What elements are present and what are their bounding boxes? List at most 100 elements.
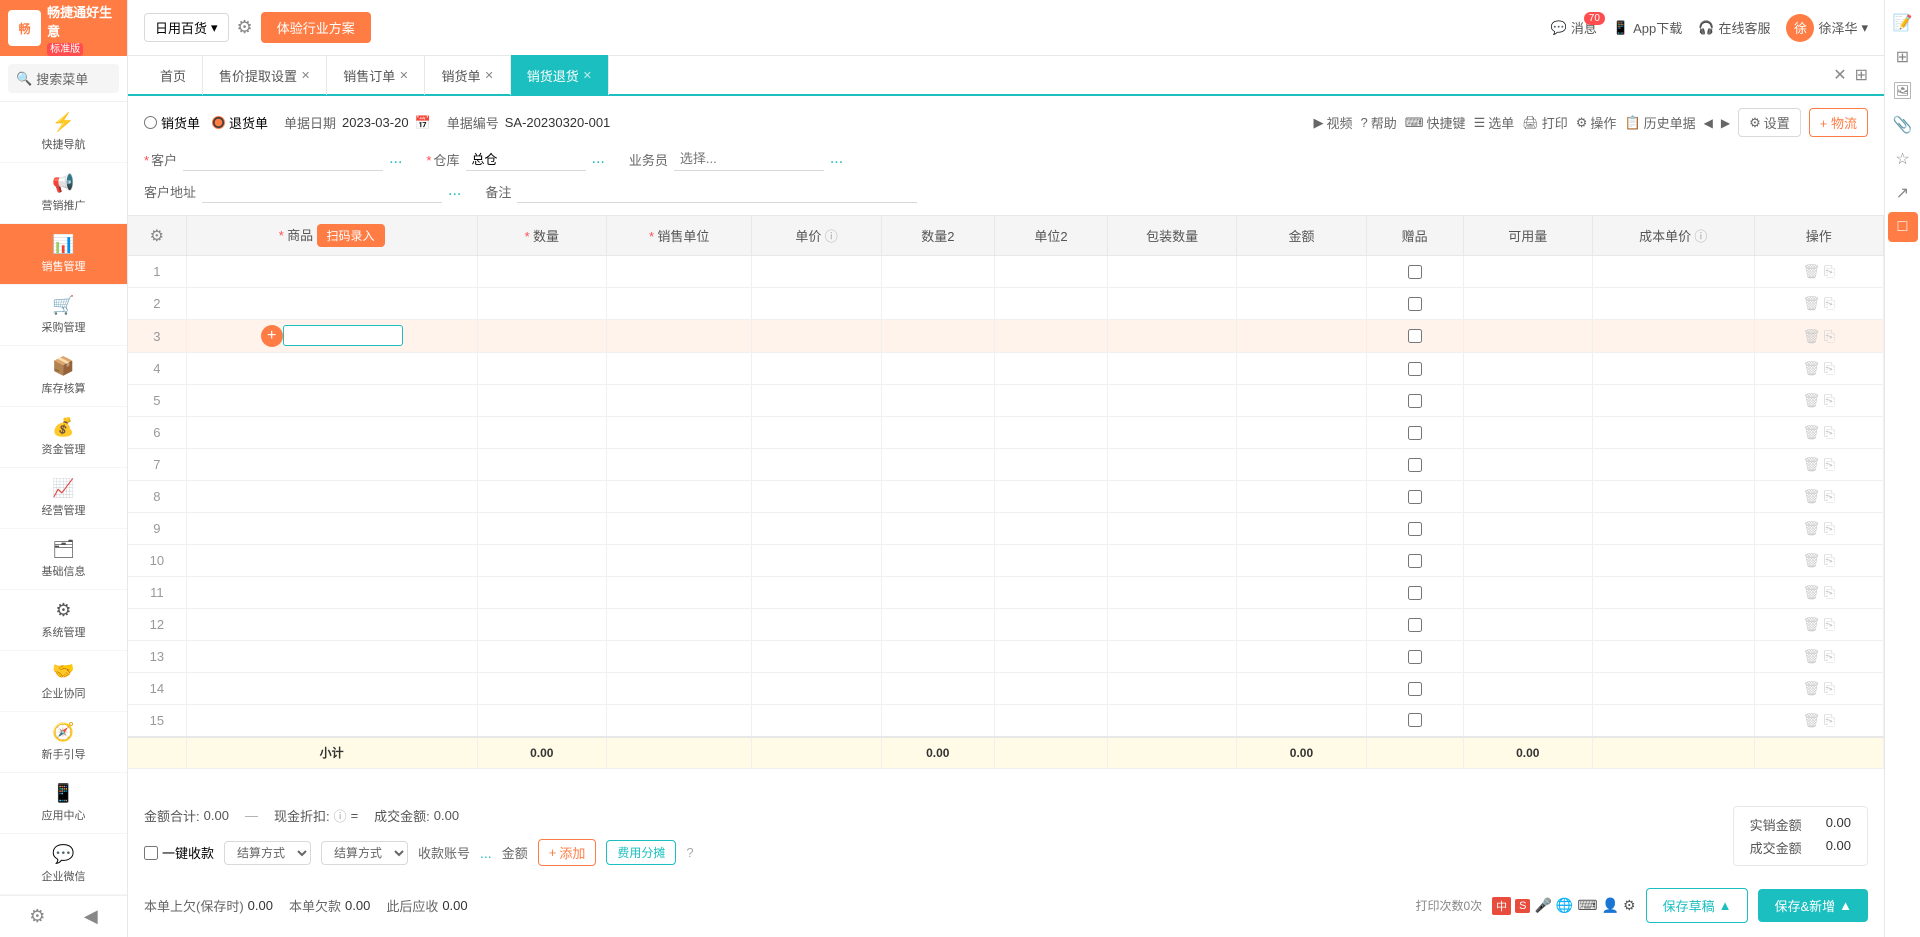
note-input[interactable] (517, 179, 917, 203)
price-cell[interactable] (752, 705, 881, 737)
qty-cell[interactable] (477, 320, 606, 353)
pack-qty-cell[interactable] (1108, 609, 1237, 641)
gift-cell[interactable] (1366, 705, 1463, 737)
qty2-cell[interactable] (881, 256, 994, 288)
cost-cell[interactable] (1592, 385, 1754, 417)
gift-cell[interactable] (1366, 449, 1463, 481)
available-cell[interactable] (1463, 705, 1592, 737)
available-cell[interactable] (1463, 673, 1592, 705)
gift-checkbox[interactable] (1408, 650, 1422, 664)
product-cell[interactable] (186, 577, 477, 609)
price-cell[interactable] (752, 288, 881, 320)
unit-cell[interactable] (606, 609, 751, 641)
available-cell[interactable] (1463, 641, 1592, 673)
copy-row-button[interactable]: ⎘ (1824, 552, 1835, 569)
close-icon[interactable]: ✕ (485, 69, 494, 82)
gift-checkbox[interactable] (1408, 586, 1422, 600)
cost-cell[interactable] (1592, 256, 1754, 288)
qty-cell[interactable] (477, 449, 606, 481)
copy-row-button[interactable]: ⎘ (1824, 295, 1835, 312)
amount-cell[interactable] (1237, 353, 1366, 385)
available-cell[interactable] (1463, 513, 1592, 545)
right-sidebar-table[interactable]: ⊞ (1888, 42, 1918, 72)
sidebar-item-finance[interactable]: 💰 资金管理 (0, 407, 127, 468)
available-cell[interactable] (1463, 417, 1592, 449)
amount-cell[interactable] (1237, 705, 1366, 737)
qty-cell[interactable] (477, 673, 606, 705)
available-cell[interactable] (1463, 288, 1592, 320)
delete-row-button[interactable]: 🗑 (1803, 520, 1821, 537)
gift-checkbox[interactable] (1408, 426, 1422, 440)
available-cell[interactable] (1463, 609, 1592, 641)
copy-row-button[interactable]: ⎘ (1824, 263, 1835, 280)
history-link[interactable]: 📋 历史单据 (1624, 113, 1695, 132)
copy-row-button[interactable]: ⎘ (1824, 520, 1835, 537)
nav-prev-button[interactable]: ◀ (1704, 116, 1713, 130)
delete-row-button[interactable]: 🗑 (1803, 456, 1821, 473)
gift-checkbox[interactable] (1408, 362, 1422, 376)
amount-cell[interactable] (1237, 545, 1366, 577)
add-logistics-button[interactable]: + 物流 (1809, 108, 1868, 137)
gift-checkbox[interactable] (1408, 490, 1422, 504)
price-cell[interactable] (752, 641, 881, 673)
close-icon[interactable]: ✕ (399, 69, 408, 82)
one-key-checkbox[interactable] (144, 846, 158, 860)
gift-cell[interactable] (1366, 609, 1463, 641)
product-cell[interactable] (186, 513, 477, 545)
gift-cell[interactable] (1366, 641, 1463, 673)
unit2-cell[interactable] (994, 417, 1107, 449)
sidebar-item-system[interactable]: ⚙ 系统管理 (0, 590, 127, 651)
amount-cell[interactable] (1237, 609, 1366, 641)
gift-checkbox[interactable] (1408, 682, 1422, 696)
pack-qty-cell[interactable] (1108, 481, 1237, 513)
amount-cell[interactable] (1237, 481, 1366, 513)
unit-cell[interactable] (606, 481, 751, 513)
unit-cell[interactable] (606, 641, 751, 673)
settings-button[interactable]: ⚙ 设置 (1738, 108, 1801, 137)
search-menu-button[interactable]: 🔍 搜索菜单 (8, 64, 119, 93)
qty2-cell[interactable] (881, 320, 994, 353)
qty-cell[interactable] (477, 705, 606, 737)
gift-checkbox[interactable] (1408, 618, 1422, 632)
unit-cell[interactable] (606, 385, 751, 417)
cost-cell[interactable] (1592, 673, 1754, 705)
tab-sale-return[interactable]: 销货退货 ✕ (511, 55, 609, 95)
price-cell[interactable] (752, 545, 881, 577)
cost-cell[interactable] (1592, 320, 1754, 353)
unit-cell[interactable] (606, 545, 751, 577)
topbar-settings-button[interactable]: ⚙ (237, 17, 253, 38)
calendar-icon[interactable]: 📅 (415, 115, 431, 131)
customer-input[interactable] (183, 147, 383, 171)
message-button[interactable]: 💬 消息 70 (1551, 18, 1597, 37)
sidebar-item-enterprise[interactable]: 🤝 企业协同 (0, 651, 127, 712)
sidebar-item-sales[interactable]: 📊 销售管理 (0, 224, 127, 285)
gift-checkbox[interactable] (1408, 554, 1422, 568)
print-link[interactable]: 🖨 打印 (1522, 113, 1568, 132)
gift-checkbox[interactable] (1408, 265, 1422, 279)
product-cell[interactable] (186, 385, 477, 417)
save-new-button[interactable]: 保存&新增 ▲ (1758, 889, 1868, 922)
available-cell[interactable] (1463, 256, 1592, 288)
qty2-cell[interactable] (881, 353, 994, 385)
unit-cell[interactable] (606, 353, 751, 385)
unit-cell[interactable] (606, 256, 751, 288)
qty-cell[interactable] (477, 513, 606, 545)
pack-qty-cell[interactable] (1108, 641, 1237, 673)
close-tab-button[interactable]: ✕ (1833, 65, 1846, 85)
delete-row-button[interactable]: 🗑 (1803, 680, 1821, 697)
product-cell[interactable] (186, 449, 477, 481)
copy-row-button[interactable]: ⎘ (1824, 616, 1835, 633)
sidebar-item-basic[interactable]: 🗂 基础信息 (0, 529, 127, 590)
qty2-cell[interactable] (881, 577, 994, 609)
delete-row-button[interactable]: 🗑 (1803, 552, 1821, 569)
method-select[interactable]: 结算方式 (224, 841, 311, 865)
pack-qty-cell[interactable] (1108, 577, 1237, 609)
right-sidebar-image[interactable]: 🖼 (1888, 76, 1918, 106)
delete-row-button[interactable]: 🗑 (1803, 488, 1821, 505)
unit-cell[interactable] (606, 513, 751, 545)
select-link[interactable]: ☰ 选单 (1474, 113, 1515, 132)
help-link[interactable]: ? 帮助 (1361, 113, 1397, 132)
sidebar-item-purchase[interactable]: 🛒 采购管理 (0, 285, 127, 346)
cost-cell[interactable] (1592, 288, 1754, 320)
amount-cell[interactable] (1237, 513, 1366, 545)
